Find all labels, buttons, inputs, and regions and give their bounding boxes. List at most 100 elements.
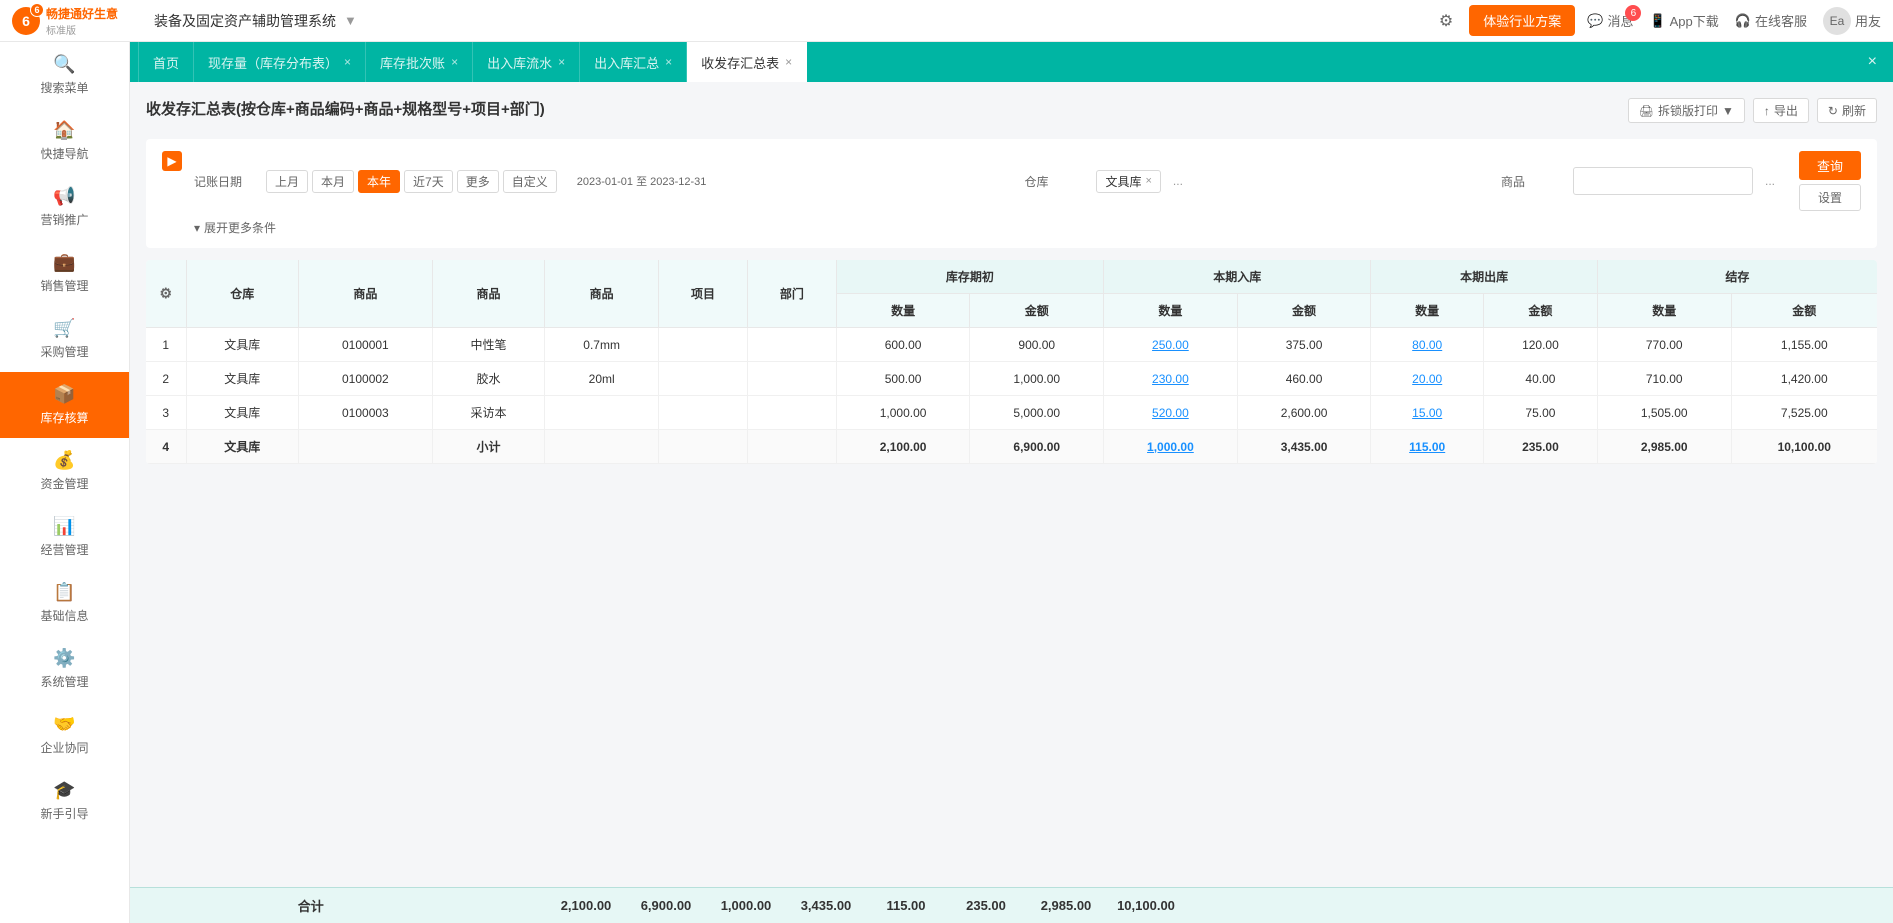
app-download-action[interactable]: 📱 App下载 xyxy=(1649,11,1718,30)
sidebar-item-system[interactable]: ⚙️ 系统管理 xyxy=(0,636,129,702)
row2-warehouse: 文具库 xyxy=(186,362,299,396)
table-settings-icon[interactable]: ⚙ xyxy=(159,285,172,301)
sidebar-item-finance[interactable]: 💰 资金管理 xyxy=(0,438,129,504)
row2-in-qty[interactable]: 230.00 xyxy=(1104,362,1238,396)
row1-out-amt: 120.00 xyxy=(1483,328,1597,362)
th-close-qty: 数量 xyxy=(1597,294,1731,328)
row2-project xyxy=(659,362,748,396)
trial-button[interactable]: 体验行业方案 xyxy=(1469,5,1575,36)
sidebar-item-search[interactable]: 🔍 搜索菜单 xyxy=(0,42,129,108)
expand-conditions-button[interactable]: ▾ 展开更多条件 xyxy=(194,219,1861,236)
date-btn-this-month[interactable]: 本月 xyxy=(312,170,354,193)
row2-close-qty: 710.00 xyxy=(1597,362,1731,396)
settings-button[interactable]: 设置 xyxy=(1799,184,1861,211)
tab-bar: 首页 现存量（库存分布表） × 库存批次账 × 出入库流水 × 出入库汇总 × xyxy=(130,42,1893,82)
th-warehouse: 仓库 xyxy=(186,260,299,328)
tab-receipt-summary-close[interactable]: × xyxy=(785,55,792,69)
row1-code: 0100001 xyxy=(299,328,433,362)
th-out-qty: 数量 xyxy=(1371,294,1484,328)
sidebar-item-sales[interactable]: 💼 销售管理 xyxy=(0,240,129,306)
print-dropdown-icon: ▼ xyxy=(1722,104,1734,118)
sidebar-item-basic[interactable]: 📋 基础信息 xyxy=(0,570,129,636)
tab-batch[interactable]: 库存批次账 × xyxy=(366,42,473,82)
row2-in-amt: 460.00 xyxy=(1237,362,1371,396)
row2-open-amt: 1,000.00 xyxy=(970,362,1104,396)
query-button[interactable]: 查询 xyxy=(1799,151,1861,180)
sidebar-label-guide: 新手引导 xyxy=(40,805,88,822)
sidebar-item-guide[interactable]: 🎓 新手引导 xyxy=(0,768,129,834)
th-gear[interactable]: ⚙ xyxy=(146,260,186,328)
row3-out-amt: 75.00 xyxy=(1483,396,1597,430)
sidebar-item-home[interactable]: 🏠 快捷导航 xyxy=(0,108,129,174)
subtotal-label: 小计 xyxy=(432,430,545,464)
row2-out-qty[interactable]: 20.00 xyxy=(1371,362,1484,396)
total-open-amt: 6,900.00 xyxy=(626,898,706,913)
warehouse-filter-label: 仓库 xyxy=(1024,173,1084,190)
marketing-icon: 📢 xyxy=(53,186,75,207)
subtotal-in-amt: 3,435.00 xyxy=(1237,430,1371,464)
tab-inout-summary[interactable]: 出入库汇总 × xyxy=(580,42,687,82)
row3-in-amt: 2,600.00 xyxy=(1237,396,1371,430)
date-range: 2023-01-01 至 2023-12-31 xyxy=(577,173,707,189)
tab-stock-dist[interactable]: 现存量（库存分布表） × xyxy=(194,42,366,82)
sidebar-label-operation: 经营管理 xyxy=(40,541,88,558)
tab-stock-dist-close[interactable]: × xyxy=(344,55,351,69)
search-icon: 🔍 xyxy=(53,54,75,75)
user-action[interactable]: Ea 用友 xyxy=(1823,7,1881,35)
date-btn-this-year[interactable]: 本年 xyxy=(358,170,400,193)
gear-button[interactable]: ⚙ xyxy=(1435,7,1457,35)
system-dropdown-icon[interactable]: ▼ xyxy=(344,13,357,28)
tab-batch-close[interactable]: × xyxy=(451,55,458,69)
export-button[interactable]: ↑ 导出 xyxy=(1753,98,1809,123)
sidebar-label-system: 系统管理 xyxy=(40,673,88,690)
date-btn-7days[interactable]: 近7天 xyxy=(404,170,453,193)
sidebar-label-purchase: 采购管理 xyxy=(40,343,88,360)
warehouse-more[interactable]: ... xyxy=(1173,174,1183,188)
sidebar-item-operation[interactable]: 📊 经营管理 xyxy=(0,504,129,570)
tab-inout-summary-close[interactable]: × xyxy=(665,55,672,69)
subtotal-out-qty[interactable]: 115.00 xyxy=(1371,430,1484,464)
operation-icon: 📊 xyxy=(53,516,75,537)
row3-out-qty[interactable]: 15.00 xyxy=(1371,396,1484,430)
close-all-tabs[interactable]: × xyxy=(1860,53,1885,71)
row3-name: 采访本 xyxy=(432,396,545,430)
row1-index: 1 xyxy=(146,328,186,362)
row1-close-qty: 770.00 xyxy=(1597,328,1731,362)
goods-filter-label: 商品 xyxy=(1501,173,1561,190)
row1-out-qty[interactable]: 80.00 xyxy=(1371,328,1484,362)
th-goods-spec: 商品 xyxy=(545,260,659,328)
date-btn-more[interactable]: 更多 xyxy=(457,170,499,193)
sidebar-item-collab[interactable]: 🤝 企业协同 xyxy=(0,702,129,768)
goods-more[interactable]: ... xyxy=(1765,174,1775,188)
sidebar-item-inventory[interactable]: 📦 库存核算 xyxy=(0,372,129,438)
tab-home[interactable]: 首页 xyxy=(138,42,194,82)
date-btn-last-month[interactable]: 上月 xyxy=(266,170,308,193)
date-btn-custom[interactable]: 自定义 xyxy=(503,170,557,193)
export-icon: ↑ xyxy=(1764,104,1770,118)
filter-row-date: 记账日期 上月 本月 本年 近7天 更多 自定义 xyxy=(194,151,1861,211)
subtotal-in-qty[interactable]: 1,000.00 xyxy=(1104,430,1238,464)
print-button[interactable]: 🖨 拆锁版打印 ▼ xyxy=(1628,98,1745,123)
tab-inout-flow[interactable]: 出入库流水 × xyxy=(473,42,580,82)
subtotal-warehouse: 文具库 xyxy=(186,430,299,464)
collab-icon: 🤝 xyxy=(53,714,75,735)
refresh-button[interactable]: ↻ 刷新 xyxy=(1817,98,1877,123)
warehouse-filter[interactable]: 文具库 × xyxy=(1096,170,1160,193)
filter-collapse-button[interactable]: ▶ xyxy=(162,151,182,171)
row2-open-qty: 500.00 xyxy=(836,362,970,396)
sidebar-label-collab: 企业协同 xyxy=(40,739,88,756)
tab-inout-flow-close[interactable]: × xyxy=(558,55,565,69)
data-table: ⚙ 仓库 商品 商品 商品 项目 部门 库存期初 本期入库 本期出库 xyxy=(146,260,1877,464)
goods-filter[interactable] xyxy=(1573,167,1753,195)
warehouse-tag: 文具库 × xyxy=(1105,173,1151,190)
message-action[interactable]: 💬 消息 6 xyxy=(1587,11,1633,30)
online-service-action[interactable]: 🎧 在线客服 xyxy=(1735,11,1807,30)
sidebar-item-purchase[interactable]: 🛒 采购管理 xyxy=(0,306,129,372)
row3-dept xyxy=(747,396,836,430)
page-title: 收发存汇总表(按仓库+商品编码+商品+规格型号+项目+部门) xyxy=(146,98,545,119)
sidebar-item-marketing[interactable]: 📢 营销推广 xyxy=(0,174,129,240)
warehouse-tag-close[interactable]: × xyxy=(1145,175,1151,187)
tab-receipt-summary[interactable]: 收发存汇总表 × xyxy=(687,42,807,82)
row3-in-qty[interactable]: 520.00 xyxy=(1104,396,1238,430)
row1-in-qty[interactable]: 250.00 xyxy=(1104,328,1238,362)
